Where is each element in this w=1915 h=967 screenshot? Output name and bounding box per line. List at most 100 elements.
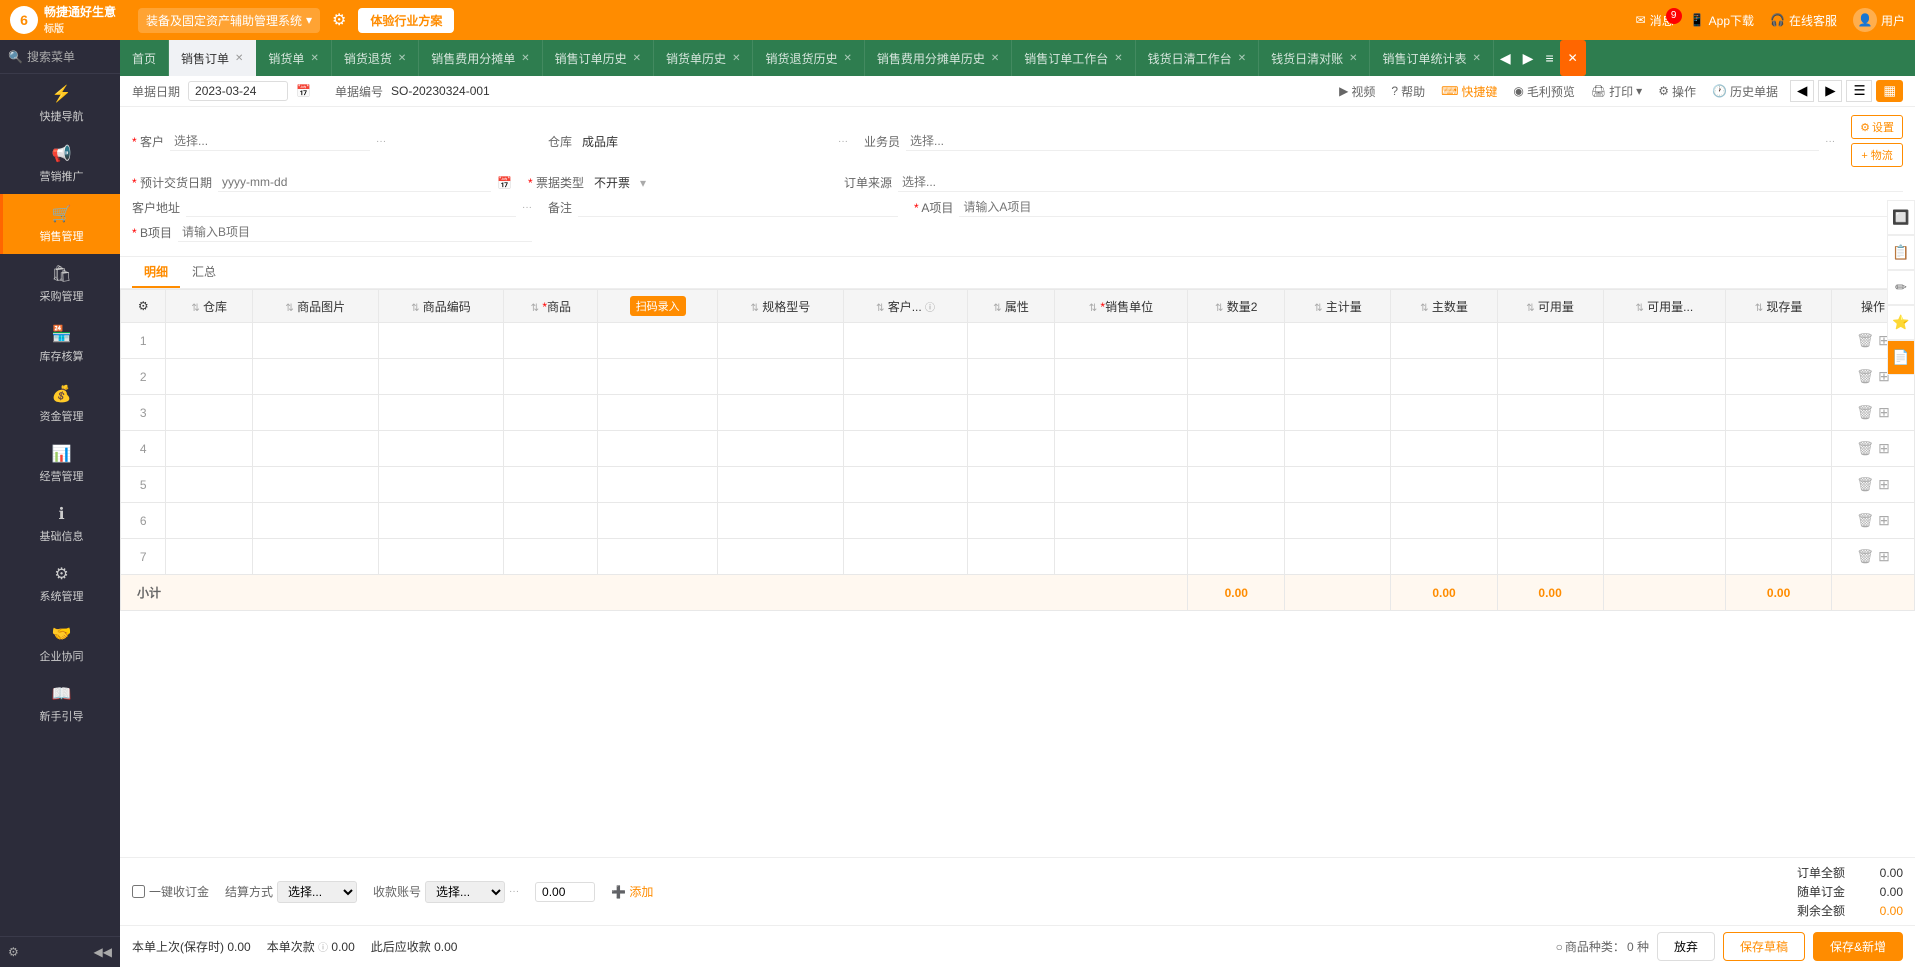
product-count-info[interactable]: ○ 商品种类： 0 种 xyxy=(1556,938,1649,955)
row-available2[interactable] xyxy=(1603,503,1725,539)
row-available2[interactable] xyxy=(1603,431,1725,467)
row-main-qty[interactable] xyxy=(1391,467,1497,503)
sidebar-collapse-icon[interactable]: ◀◀ xyxy=(94,945,112,959)
remark-input[interactable] xyxy=(578,198,898,217)
row-attr[interactable] xyxy=(968,359,1054,395)
list-view-btn[interactable]: ☰ xyxy=(1846,80,1872,102)
row-main-uom[interactable] xyxy=(1285,323,1391,359)
row-sku[interactable] xyxy=(378,539,504,575)
tab-close-icon[interactable]: ✕ xyxy=(843,53,851,64)
col-settings[interactable]: ⚙ xyxy=(121,290,166,323)
print-btn[interactable]: 🖨 打印 ▾ xyxy=(1587,81,1646,102)
row-qty2[interactable] xyxy=(1188,395,1285,431)
row-attr[interactable] xyxy=(968,323,1054,359)
row-product[interactable] xyxy=(504,359,598,395)
row-unit[interactable] xyxy=(1054,431,1187,467)
row-main-qty[interactable] xyxy=(1391,431,1497,467)
float-btn-4[interactable]: ⭐ xyxy=(1887,305,1915,340)
row-spec[interactable] xyxy=(717,503,843,539)
sidebar-item-marketing[interactable]: 📢 营销推广 xyxy=(0,134,120,194)
sidebar-item-guide[interactable]: 📖 新手引导 xyxy=(0,674,120,734)
next-record-btn[interactable]: ▶ xyxy=(1818,80,1842,102)
row-sku[interactable] xyxy=(378,467,504,503)
row-spec[interactable] xyxy=(717,539,843,575)
row-qty2[interactable] xyxy=(1188,431,1285,467)
tab-close-icon[interactable]: ✕ xyxy=(235,53,243,64)
row-main-qty[interactable] xyxy=(1391,395,1497,431)
sidebar-item-system[interactable]: ⚙ 系统管理 xyxy=(0,554,120,614)
row-stock[interactable] xyxy=(1726,539,1832,575)
app-download-btn[interactable]: 📱 App下载 xyxy=(1690,12,1754,29)
row-customer-code[interactable] xyxy=(843,323,968,359)
add-payment-btn[interactable]: ➕ 添加 xyxy=(611,883,653,900)
sidebar-item-finance[interactable]: 💰 资金管理 xyxy=(0,374,120,434)
col-image[interactable]: ⇅ 商品图片 xyxy=(252,290,378,323)
tab-sales-invoice[interactable]: 销货单 ✕ xyxy=(256,40,331,76)
delivery-date-input[interactable] xyxy=(218,173,491,192)
row-product[interactable] xyxy=(504,395,598,431)
row-qty2[interactable] xyxy=(1188,323,1285,359)
row-copy-btn[interactable]: ⊞ xyxy=(1878,548,1890,565)
row-unit[interactable] xyxy=(1054,503,1187,539)
tab-daily-workbench[interactable]: 钱货日清工作台 ✕ xyxy=(1136,40,1259,76)
tab-invoice-history[interactable]: 销货单历史 ✕ xyxy=(654,40,753,76)
prev-record-btn[interactable]: ◀ xyxy=(1790,80,1814,102)
messages-btn[interactable]: ✉ 9 消息 xyxy=(1636,12,1674,29)
row-unit[interactable] xyxy=(1054,467,1187,503)
float-btn-3[interactable]: ✏ xyxy=(1887,270,1915,305)
row-available[interactable] xyxy=(1497,467,1603,503)
row-warehouse[interactable] xyxy=(166,395,252,431)
row-main-uom[interactable] xyxy=(1285,431,1391,467)
row-unit[interactable] xyxy=(1054,539,1187,575)
row-delete-btn[interactable]: 🗑 xyxy=(1856,548,1874,565)
tab-sales-return[interactable]: 销货退货 ✕ xyxy=(332,40,419,76)
sidebar-item-cooperation[interactable]: 🤝 企业协同 xyxy=(0,614,120,674)
row-available2[interactable] xyxy=(1603,467,1725,503)
row-spec[interactable] xyxy=(717,359,843,395)
sidebar-item-operations[interactable]: 📊 经营管理 xyxy=(0,434,120,494)
row-main-uom[interactable] xyxy=(1285,467,1391,503)
row-unit[interactable] xyxy=(1054,359,1187,395)
history-btn[interactable]: 🕐 历史单据 xyxy=(1708,81,1782,102)
row-delete-btn[interactable]: 🗑 xyxy=(1856,404,1874,421)
save-new-btn[interactable]: 保存&新增 xyxy=(1813,932,1903,961)
invoice-chevron[interactable]: ▾ xyxy=(640,176,646,190)
tab-summary[interactable]: 汇总 xyxy=(180,257,228,288)
industry-button[interactable]: 体验行业方案 xyxy=(358,8,454,33)
col-unit[interactable]: ⇅ *销售单位 xyxy=(1054,290,1187,323)
row-copy-btn[interactable]: ⊞ xyxy=(1878,512,1890,529)
a-project-input[interactable] xyxy=(959,198,1903,217)
float-btn-1[interactable]: 🔲 xyxy=(1887,200,1915,235)
sidebar-item-purchase[interactable]: 🛍 采购管理 xyxy=(0,254,120,314)
salesperson-more-btn[interactable]: ··· xyxy=(1825,136,1835,147)
scan-button[interactable]: 扫码录入 xyxy=(630,296,686,316)
tab-order-history[interactable]: 销售订单历史 ✕ xyxy=(543,40,654,76)
b-project-input[interactable] xyxy=(178,223,532,242)
row-available[interactable] xyxy=(1497,323,1603,359)
row-stock[interactable] xyxy=(1726,395,1832,431)
col-main-uom[interactable]: ⇅ 主计量 xyxy=(1285,290,1391,323)
row-stock[interactable] xyxy=(1726,467,1832,503)
tab-fee-split[interactable]: 销售费用分摊单 ✕ xyxy=(419,40,542,76)
quick-settle-label[interactable]: 一键收订金 xyxy=(132,883,209,900)
row-sku[interactable] xyxy=(378,323,504,359)
row-attr[interactable] xyxy=(968,467,1054,503)
row-warehouse[interactable] xyxy=(166,431,252,467)
row-main-qty[interactable] xyxy=(1391,503,1497,539)
col-warehouse[interactable]: ⇅ 仓库 xyxy=(166,290,252,323)
delivery-calendar-icon[interactable]: 📅 xyxy=(497,176,512,190)
row-warehouse[interactable] xyxy=(166,323,252,359)
tab-detail[interactable]: 明细 xyxy=(132,257,180,288)
tab-close-icon[interactable]: ✕ xyxy=(1349,53,1357,64)
operate-btn[interactable]: ⚙ 操作 xyxy=(1654,81,1700,102)
tab-home[interactable]: 首页 xyxy=(120,40,169,76)
row-stock[interactable] xyxy=(1726,503,1832,539)
row-stock[interactable] xyxy=(1726,431,1832,467)
sidebar-item-sales[interactable]: 🛒 销售管理 xyxy=(0,194,120,254)
row-spec[interactable] xyxy=(717,395,843,431)
calendar-icon[interactable]: 📅 xyxy=(296,84,311,98)
row-unit[interactable] xyxy=(1054,395,1187,431)
tab-close-icon[interactable]: ✕ xyxy=(1238,53,1246,64)
row-available[interactable] xyxy=(1497,395,1603,431)
row-copy-btn[interactable]: ⊞ xyxy=(1878,476,1890,493)
